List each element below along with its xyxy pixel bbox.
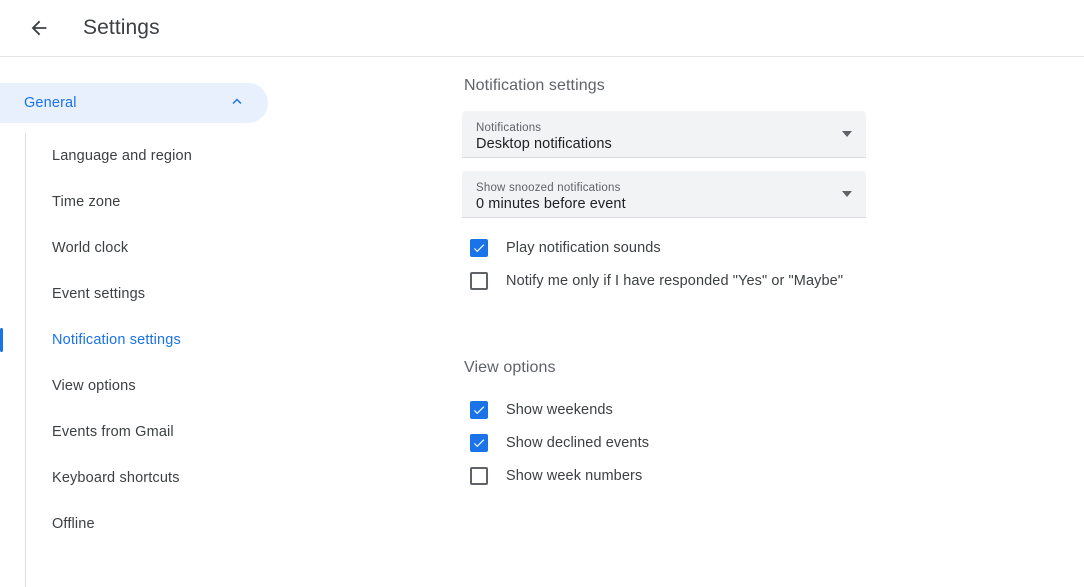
sidebar-item-time-zone[interactable]: Time zone <box>25 179 440 225</box>
view-options-section: View options Show weekends Show declined… <box>462 359 1084 492</box>
notifications-select-label: Notifications <box>476 121 542 134</box>
notification-settings-section: Notification settings Notifications Desk… <box>462 77 1084 297</box>
sidebar-item-world-clock[interactable]: World clock <box>25 225 440 271</box>
dropdown-arrow-icon[interactable] <box>842 191 852 197</box>
settings-sidebar: General Language and region Time zone Wo… <box>0 57 440 587</box>
sidebar-item-label: Event settings <box>52 286 146 302</box>
sidebar-item-view-options[interactable]: View options <box>25 363 440 409</box>
sidebar-item-label: Events from Gmail <box>52 424 174 440</box>
snoozed-notifications-select-label: Show snoozed notifications <box>476 181 621 194</box>
sidebar-nav-list: Language and region Time zone World cloc… <box>0 133 440 587</box>
show-declined-events-label: Show declined events <box>506 434 650 451</box>
sidebar-item-notification-settings[interactable]: Notification settings <box>0 317 440 363</box>
show-declined-events-checkbox[interactable] <box>470 433 488 452</box>
show-weekends-checkbox[interactable] <box>470 400 488 419</box>
notification-checkbox-group: Play notification sounds Notify me only … <box>462 231 1084 297</box>
show-week-numbers-label: Show week numbers <box>506 467 643 484</box>
notify-only-if-responded-label: Notify me only if I have responded "Yes"… <box>506 272 844 289</box>
show-week-numbers-row[interactable]: Show week numbers <box>462 459 1084 492</box>
show-declined-events-row[interactable]: Show declined events <box>462 426 1084 459</box>
back-arrow-icon[interactable] <box>24 13 54 43</box>
sidebar-group-general[interactable]: General <box>0 83 268 123</box>
show-week-numbers-checkbox[interactable] <box>470 466 488 485</box>
sidebar-item-label: Time zone <box>52 194 121 210</box>
notifications-select-value: Desktop notifications <box>476 135 612 152</box>
play-notification-sounds-label: Play notification sounds <box>506 239 661 256</box>
sidebar-item-language-and-region[interactable]: Language and region <box>25 133 440 179</box>
dropdown-arrow-icon[interactable] <box>842 131 852 137</box>
sidebar-item-label: Notification settings <box>52 332 181 348</box>
app-header: Settings <box>0 0 1084 57</box>
show-weekends-row[interactable]: Show weekends <box>462 393 1084 426</box>
play-notification-sounds-checkbox[interactable] <box>470 238 488 257</box>
notify-only-if-responded-checkbox[interactable] <box>470 271 488 290</box>
settings-content: Notification settings Notifications Desk… <box>440 57 1084 541</box>
notify-only-if-responded-row[interactable]: Notify me only if I have responded "Yes"… <box>462 264 1084 297</box>
show-weekends-label: Show weekends <box>506 401 613 418</box>
view-options-checkbox-group: Show weekends Show declined events Show … <box>462 393 1084 492</box>
sidebar-group-label: General <box>24 95 77 111</box>
snoozed-notifications-select-value: 0 minutes before event <box>476 195 626 212</box>
play-notification-sounds-row[interactable]: Play notification sounds <box>462 231 1084 264</box>
notifications-select[interactable]: Notifications Desktop notifications <box>462 111 866 158</box>
sidebar-item-keyboard-shortcuts[interactable]: Keyboard shortcuts <box>25 455 440 501</box>
sidebar-item-label: Language and region <box>52 148 192 164</box>
chevron-up-icon[interactable] <box>228 92 246 115</box>
page-title: Settings <box>83 16 160 39</box>
sidebar-item-event-settings[interactable]: Event settings <box>25 271 440 317</box>
page-body: General Language and region Time zone Wo… <box>0 57 1084 587</box>
sidebar-item-label: View options <box>52 378 136 394</box>
sidebar-item-label: Keyboard shortcuts <box>52 470 180 486</box>
sidebar-item-offline[interactable]: Offline <box>25 501 440 547</box>
view-options-heading: View options <box>464 359 556 376</box>
notification-settings-heading: Notification settings <box>464 77 605 94</box>
sidebar-item-label: Offline <box>52 516 95 532</box>
sidebar-item-events-from-gmail[interactable]: Events from Gmail <box>25 409 440 455</box>
sidebar-item-label: World clock <box>52 240 129 256</box>
snoozed-notifications-select[interactable]: Show snoozed notifications 0 minutes bef… <box>462 171 866 218</box>
